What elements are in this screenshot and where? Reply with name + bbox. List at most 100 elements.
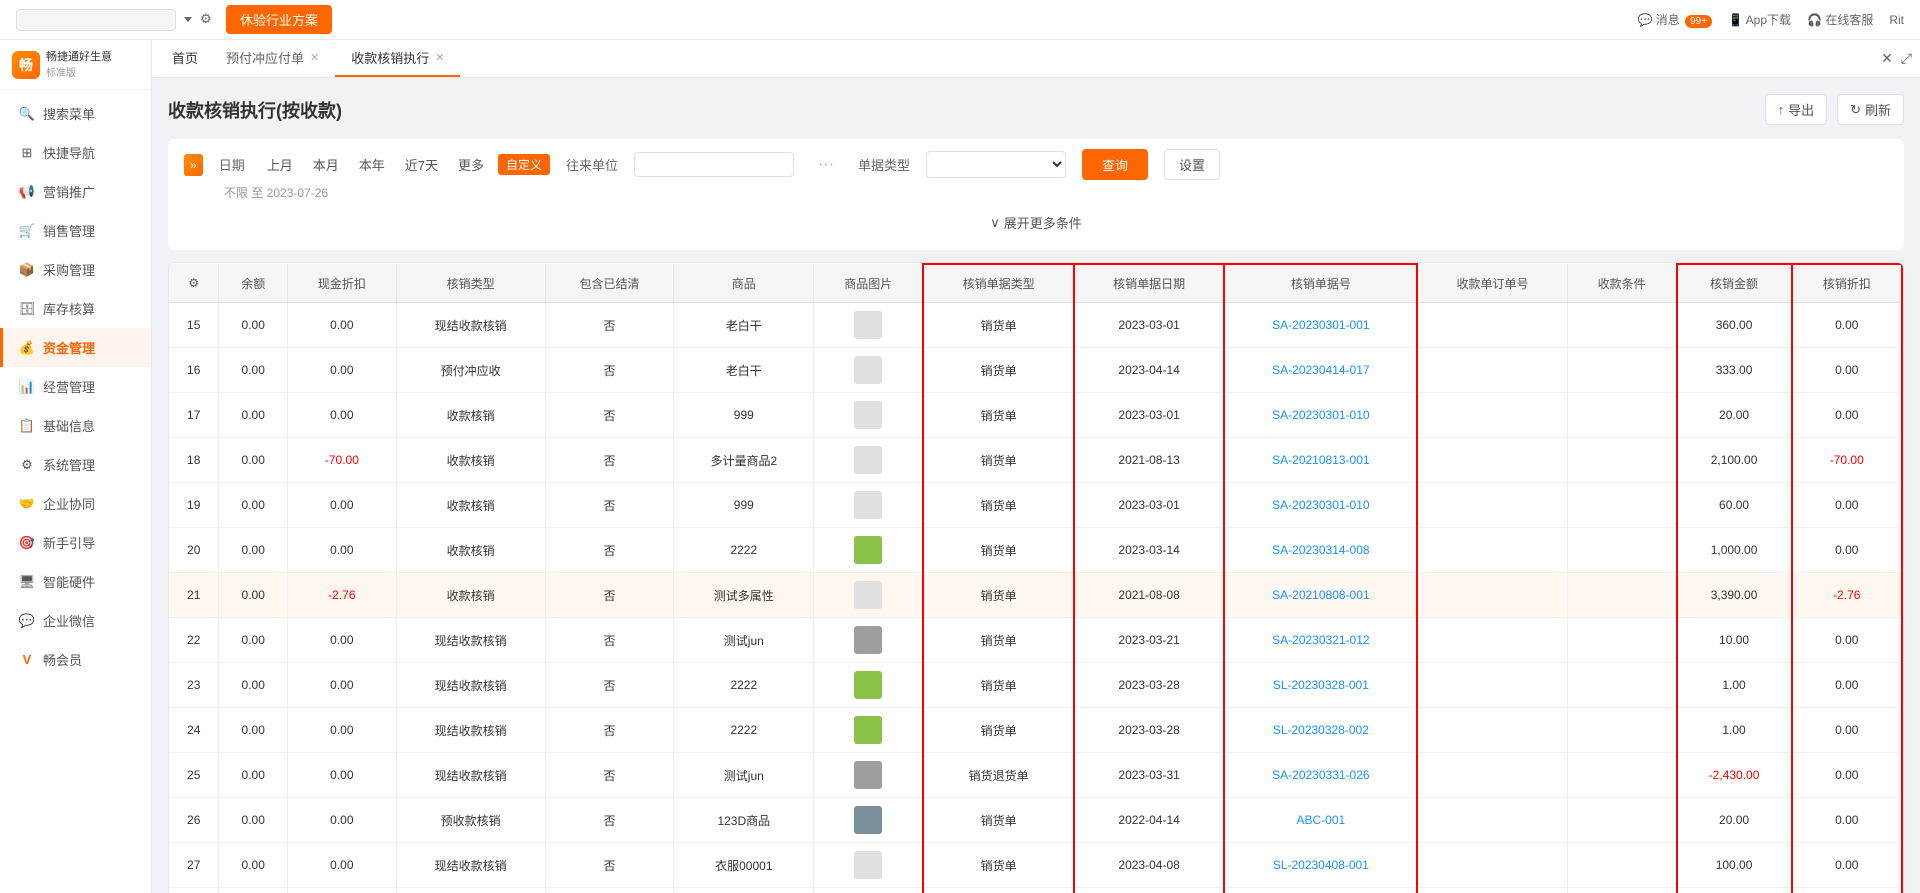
search-input[interactable] (16, 9, 176, 31)
cell-verify-type: 预收款核销 (396, 798, 545, 843)
tab-receipt[interactable]: 收款核销执行 ✕ (335, 40, 460, 77)
last-month-btn[interactable]: 上月 (261, 153, 299, 176)
verify-bill-no-link[interactable]: SA-20230301-010 (1272, 498, 1369, 512)
message-icon[interactable]: 💬 消息 99+ (1637, 11, 1712, 28)
verify-bill-no-link[interactable]: ABC-001 (1297, 813, 1346, 827)
table-row: 26 0.00 0.00 预收款核销 否 123D商品 销货单 2022-04-… (169, 798, 1902, 843)
solution-button[interactable]: 休验行业方案 (226, 5, 332, 34)
cell-verify-bill-date: 2023-03-31 (1074, 753, 1225, 798)
marketing-icon: 📢 (19, 184, 35, 200)
cell-verify-bill-no: SA-20230414-017 (1224, 348, 1417, 393)
cell-product-img (814, 663, 924, 708)
verify-bill-no-link[interactable]: SA-20230314-008 (1272, 543, 1369, 557)
cell-receipt-condition (1567, 888, 1677, 893)
this-month-btn[interactable]: 本月 (307, 153, 345, 176)
this-year-btn[interactable]: 本年 (353, 153, 391, 176)
cell-verify-type: 现结收款核销 (396, 888, 545, 893)
verify-bill-no-link[interactable]: SL-20230328-002 (1273, 723, 1369, 737)
export-button[interactable]: ↑ 导出 (1765, 94, 1828, 125)
sidebar-item-inventory[interactable]: 🗄 库存核算 (0, 289, 151, 328)
sidebar-item-quick[interactable]: ⊞ 快捷导航 (0, 133, 151, 172)
sidebar-item-company[interactable]: 🤝 企业协同 (0, 484, 151, 523)
dropdown-button[interactable] (184, 17, 192, 22)
last-7days-btn[interactable]: 近7天 (399, 153, 444, 176)
cell-verify-discount: -2.76 (1792, 573, 1903, 618)
user-name[interactable]: Rit (1889, 13, 1904, 27)
gear-icon[interactable]: ⚙ (200, 11, 218, 29)
company-icon: 🤝 (19, 496, 35, 512)
sidebar-item-hardware[interactable]: 🖥 智能硬件 (0, 562, 151, 601)
tab-fullscreen-button[interactable]: ⤢ (1901, 50, 1912, 67)
cell-cash-discount: 0.00 (288, 888, 397, 893)
verify-bill-no-link[interactable]: SA-20230301-010 (1272, 408, 1369, 422)
cell-product-img (814, 573, 924, 618)
cell-product-img (814, 753, 924, 798)
cell-verify-type: 收款核销 (396, 573, 545, 618)
cell-verify-type: 现结收款核销 (396, 663, 545, 708)
cell-verify-bill-no: SA-20230321-012 (1224, 618, 1417, 663)
app-name: 畅捷通好生意 (46, 50, 112, 64)
cell-receipt-order-no (1417, 528, 1567, 573)
verify-bill-no-link[interactable]: SL-20230328-001 (1273, 678, 1369, 692)
sidebar-item-search[interactable]: 🔍 搜索菜单 (0, 94, 151, 133)
sidebar-item-guide[interactable]: 🎯 新手引导 (0, 523, 151, 562)
notification-badge: 99+ (1685, 15, 1712, 28)
tab-receipt-close[interactable]: ✕ (435, 51, 444, 64)
sidebar-item-marketing[interactable]: 📢 营销推广 (0, 172, 151, 211)
sidebar-item-member[interactable]: V 畅会员 (0, 640, 151, 679)
tab-prepay[interactable]: 预付冲应付单 ✕ (210, 40, 335, 77)
sidebar-item-purchase[interactable]: 📦 采购管理 (0, 250, 151, 289)
online-service[interactable]: 🎧 在线客服 (1807, 11, 1873, 28)
cell-cash-discount: -2.76 (288, 573, 397, 618)
cell-id: 26 (169, 798, 219, 843)
sidebar-label-sales: 销售管理 (43, 221, 95, 240)
sidebar-item-finance[interactable]: 💰 资金管理 (0, 328, 151, 367)
verify-bill-no-link[interactable]: SA-20230321-012 (1272, 633, 1369, 647)
cell-cash-discount: 0.00 (288, 663, 397, 708)
verify-bill-no-link[interactable]: SA-20230414-017 (1272, 363, 1369, 377)
voucher-type-select[interactable] (926, 151, 1066, 178)
more-date-btn[interactable]: 更多 (452, 153, 490, 176)
app-download[interactable]: 📱 App下载 (1728, 11, 1791, 28)
custom-date-btn[interactable]: 自定义 (498, 154, 550, 175)
cell-verify-discount: 0.00 (1792, 303, 1903, 348)
cell-product-img (814, 303, 924, 348)
cell-receipt-order-no (1417, 708, 1567, 753)
cell-include-settled: 否 (545, 843, 674, 888)
tab-home[interactable]: 首页 (160, 40, 210, 77)
tab-close-all-button[interactable]: ✕ (1881, 50, 1893, 67)
sidebar-item-system[interactable]: ⚙ 系统管理 (0, 445, 151, 484)
sidebar-item-basic[interactable]: 📋 基础信息 (0, 406, 151, 445)
cell-verify-bill-no: SA-20230301-010 (1224, 393, 1417, 438)
verify-bill-no-link[interactable]: SA-20230301-001 (1272, 318, 1369, 332)
filter-expand-button[interactable]: » (184, 154, 203, 176)
query-button[interactable]: 查询 (1082, 149, 1148, 180)
cell-receipt-order-no (1417, 798, 1567, 843)
settings-button[interactable]: 设置 (1164, 149, 1220, 180)
cell-id: 22 (169, 618, 219, 663)
cell-id: 19 (169, 483, 219, 528)
verify-bill-no-link[interactable]: SL-20230408-001 (1273, 858, 1369, 872)
cell-verify-amount: 333.00 (1677, 348, 1792, 393)
partner-input[interactable] (634, 152, 794, 177)
refresh-button[interactable]: ↻ 刷新 (1837, 94, 1904, 125)
sidebar-label-member: 畅会员 (43, 650, 82, 669)
tab-prepay-close[interactable]: ✕ (310, 51, 319, 64)
sidebar-item-business[interactable]: 📊 经营管理 (0, 367, 151, 406)
sidebar-item-sales[interactable]: 🛒 销售管理 (0, 211, 151, 250)
expand-more-button[interactable]: ∨ 展开更多条件 (990, 213, 1082, 232)
sidebar-label-purchase: 采购管理 (43, 260, 95, 279)
search-icon: 🔍 (19, 106, 35, 122)
cell-id: 21 (169, 573, 219, 618)
sidebar-item-wechat[interactable]: 💬 企业微信 (0, 601, 151, 640)
cell-verify-type: 现结收款核销 (396, 843, 545, 888)
verify-bill-no-link[interactable]: SA-20210808-001 (1272, 588, 1369, 602)
cell-balance: 0.00 (219, 663, 288, 708)
inventory-icon: 🗄 (19, 301, 35, 317)
verify-bill-no-link[interactable]: SA-20210813-001 (1272, 453, 1369, 467)
cell-product-img (814, 618, 924, 663)
sidebar-label-search: 搜索菜单 (43, 104, 95, 123)
verify-bill-no-link[interactable]: SA-20230331-026 (1272, 768, 1369, 782)
cell-verify-bill-no: SL-20230328-002 (1224, 708, 1417, 753)
cell-receipt-order-no (1417, 348, 1567, 393)
